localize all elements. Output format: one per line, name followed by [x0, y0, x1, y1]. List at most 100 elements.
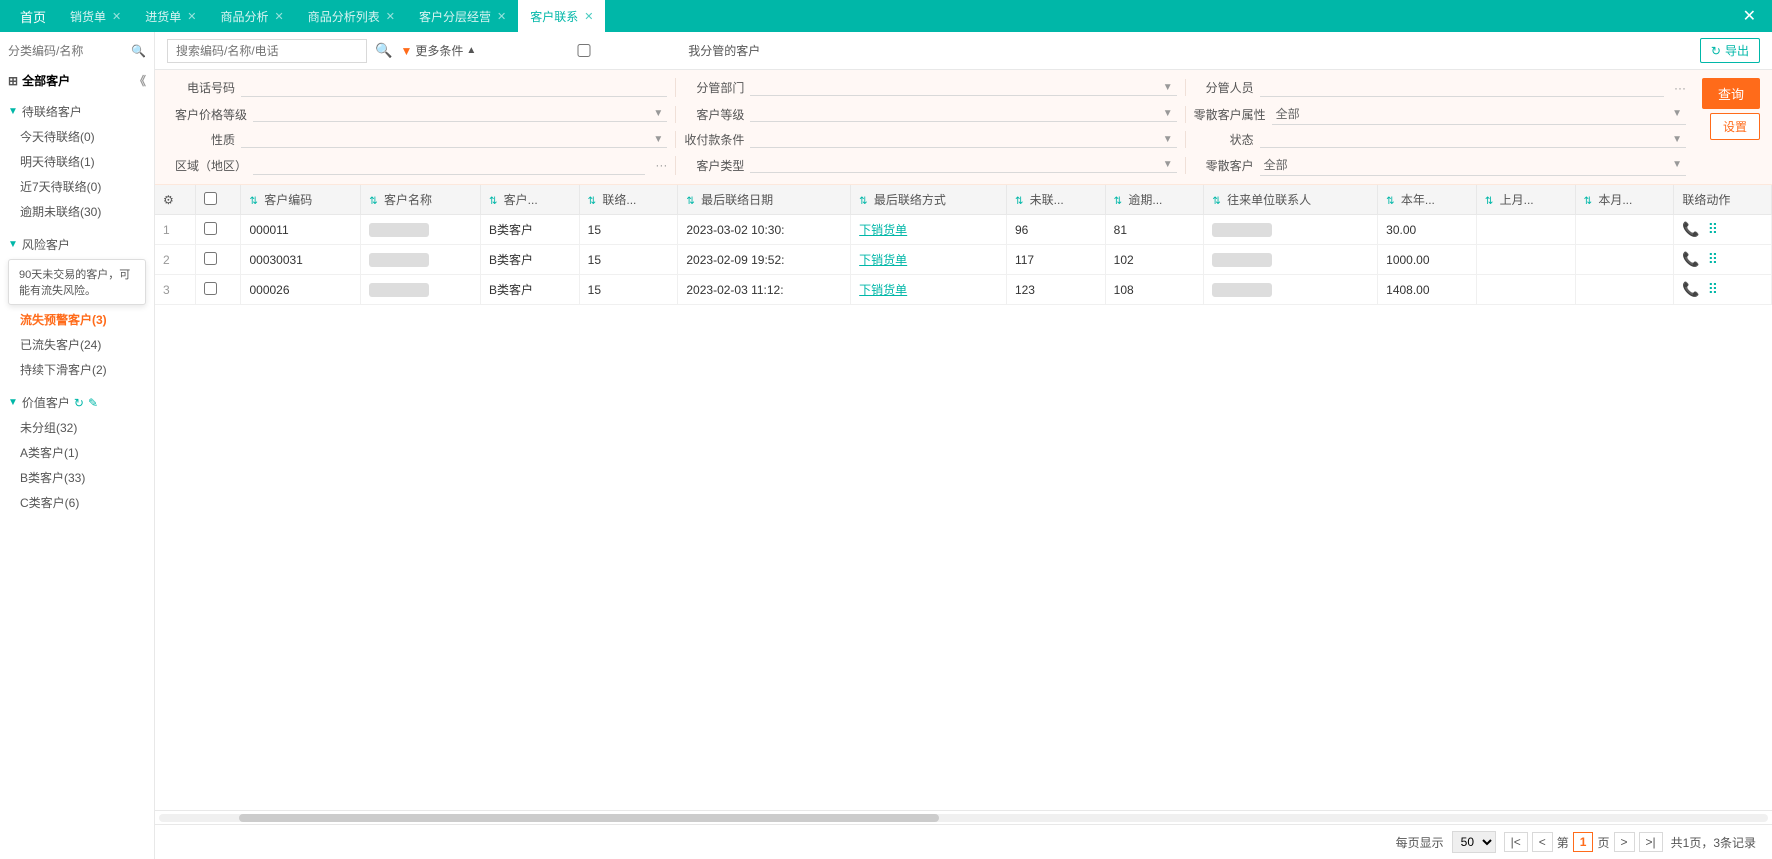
- scrollbar-track[interactable]: [159, 814, 1768, 822]
- window-close-button[interactable]: ✕: [1735, 6, 1764, 26]
- filter-nature-select[interactable]: ▼: [241, 132, 667, 148]
- th-customer-type[interactable]: ⇅ 客户...: [480, 185, 579, 215]
- row2-unit-contact: [1204, 245, 1378, 275]
- th-this-month[interactable]: ⇅ 本月...: [1575, 185, 1674, 215]
- th-overdue[interactable]: ⇅ 逾期...: [1105, 185, 1204, 215]
- refresh-icon: ↻: [1711, 44, 1721, 58]
- table-settings-icon[interactable]: ⚙: [163, 193, 174, 207]
- row3-more-icon[interactable]: ⠿: [1708, 281, 1718, 298]
- my-customers-check[interactable]: [484, 44, 684, 57]
- tab-product-list[interactable]: 商品分析列表 ✕: [296, 0, 407, 32]
- sidebar-item-7day-contact[interactable]: 近7天待联络(0): [0, 174, 154, 199]
- th-last-month[interactable]: ⇅ 上月...: [1476, 185, 1575, 215]
- th-unlisted[interactable]: ⇅ 未联...: [1006, 185, 1105, 215]
- sidebar-item-today-contact[interactable]: 今天待联络(0): [0, 124, 154, 149]
- more-conditions-button[interactable]: ▼ 更多条件 ▲: [400, 42, 476, 59]
- filter-scatter-attr-select[interactable]: 全部 ▼: [1272, 103, 1686, 125]
- value-section-title[interactable]: ▼ 价值客户 ↻ ✎: [0, 390, 154, 415]
- sidebar-item-churned[interactable]: 已流失客户(24): [0, 332, 154, 357]
- grid-icon: ⊞: [8, 74, 18, 88]
- horizontal-scrollbar[interactable]: [155, 810, 1772, 824]
- filter-price-grade-select[interactable]: ▼: [253, 106, 667, 122]
- row2-more-icon[interactable]: ⠿: [1708, 251, 1718, 268]
- sidebar-item-b-class[interactable]: B类客户(33): [0, 465, 154, 490]
- first-page-button[interactable]: |<: [1504, 832, 1528, 852]
- person-dots-icon[interactable]: ···: [1674, 81, 1686, 95]
- th-unit-contact[interactable]: ⇅ 往来单位联系人: [1204, 185, 1378, 215]
- sidebar-search-icon[interactable]: 🔍: [131, 44, 146, 58]
- row1-checkbox[interactable]: [196, 215, 241, 245]
- th-last-contact-method[interactable]: ⇅ 最后联络方式: [851, 185, 1007, 215]
- sidebar-item-overdue-contact[interactable]: 逾期未联络(30): [0, 199, 154, 224]
- row1-contact-icon[interactable]: 📞: [1682, 221, 1699, 238]
- close-customer-contact-icon[interactable]: ✕: [584, 10, 593, 23]
- th-customer-code[interactable]: ⇅ 客户编码: [241, 185, 361, 215]
- th-settings[interactable]: ⚙: [155, 185, 196, 215]
- filter-customer-type-select[interactable]: ▼: [750, 157, 1176, 173]
- close-purchase-order-icon[interactable]: ✕: [187, 10, 196, 23]
- filter-phone-input[interactable]: [241, 78, 667, 97]
- tab-sales-order[interactable]: 销货单 ✕: [58, 0, 133, 32]
- filter-region-input[interactable]: [253, 156, 645, 175]
- export-button[interactable]: ↻ 导出: [1700, 38, 1760, 63]
- sidebar-item-ungroup[interactable]: 未分组(32): [0, 415, 154, 440]
- prev-page-button[interactable]: <: [1532, 832, 1553, 852]
- sidebar-all-customers[interactable]: ⊞ 全部客户 《: [0, 66, 154, 95]
- edit-value-icon[interactable]: ✎: [88, 396, 98, 410]
- row2-checkbox[interactable]: [196, 245, 241, 275]
- filter-customer-grade: 客户等级 ▼: [676, 106, 1185, 123]
- home-tab[interactable]: 首页: [8, 0, 58, 32]
- row3-last-method[interactable]: 下销货单: [851, 275, 1007, 305]
- next-page-button[interactable]: >: [1614, 832, 1635, 852]
- sidebar-search-input[interactable]: [8, 44, 127, 58]
- row3-checkbox[interactable]: [196, 275, 241, 305]
- close-product-list-icon[interactable]: ✕: [386, 10, 395, 23]
- tab-customer-contact[interactable]: 客户联系 ✕: [518, 0, 605, 32]
- filter-person-input[interactable]: [1260, 78, 1664, 97]
- filter-payment-select[interactable]: ▼: [750, 132, 1176, 148]
- th-checkbox[interactable]: [196, 185, 241, 215]
- row1-more-icon[interactable]: ⠿: [1708, 221, 1718, 238]
- last-page-button[interactable]: >|: [1639, 832, 1663, 852]
- my-customers-checkbox[interactable]: 我分管的客户: [484, 42, 760, 59]
- toolbar-search-icon[interactable]: 🔍: [375, 42, 392, 59]
- row2-select[interactable]: [204, 252, 217, 265]
- tab-product-analysis[interactable]: 商品分析 ✕: [208, 0, 295, 32]
- settings-button[interactable]: 设置: [1710, 113, 1760, 140]
- sidebar-item-declining[interactable]: 持续下滑客户(2): [0, 357, 154, 382]
- row1-last-method[interactable]: 下销货单: [851, 215, 1007, 245]
- risk-section-title[interactable]: ▼ 风险客户: [0, 232, 154, 257]
- region-dots-icon[interactable]: ···: [655, 158, 667, 172]
- row3-select[interactable]: [204, 282, 217, 295]
- close-product-analysis-icon[interactable]: ✕: [275, 10, 284, 23]
- row2-last-method[interactable]: 下销货单: [851, 245, 1007, 275]
- th-customer-name[interactable]: ⇅ 客户名称: [361, 185, 481, 215]
- search-input[interactable]: [167, 39, 367, 63]
- row3-contact-icon[interactable]: 📞: [1682, 281, 1699, 298]
- tab-customer-layering[interactable]: 客户分层经营 ✕: [407, 0, 518, 32]
- select-all-checkbox[interactable]: [204, 192, 217, 205]
- filter-scatter-select[interactable]: 全部 ▼: [1260, 154, 1686, 176]
- sidebar-item-tomorrow-contact[interactable]: 明天待联络(1): [0, 149, 154, 174]
- per-page-select[interactable]: 50: [1452, 831, 1496, 853]
- sidebar-item-c-class[interactable]: C类客户(6): [0, 490, 154, 515]
- row3-name: [361, 275, 481, 305]
- filter-status-select[interactable]: ▼: [1260, 132, 1686, 148]
- row1-num: 1: [155, 215, 196, 245]
- th-this-year[interactable]: ⇅ 本年...: [1378, 185, 1477, 215]
- th-contact[interactable]: ⇅ 联络...: [579, 185, 678, 215]
- tab-purchase-order[interactable]: 进货单 ✕: [133, 0, 208, 32]
- sidebar-item-a-class[interactable]: A类客户(1): [0, 440, 154, 465]
- scrollbar-thumb[interactable]: [239, 814, 939, 822]
- row2-contact-icon[interactable]: 📞: [1682, 251, 1699, 268]
- filter-customer-grade-select[interactable]: ▼: [750, 106, 1176, 122]
- filter-dept-select[interactable]: ▼: [750, 80, 1176, 96]
- th-last-contact-date[interactable]: ⇅ 最后联络日期: [678, 185, 851, 215]
- refresh-value-icon[interactable]: ↻: [74, 396, 84, 410]
- query-button[interactable]: 查询: [1702, 78, 1760, 109]
- pending-section-title[interactable]: ▼ 待联络客户: [0, 99, 154, 124]
- row1-select[interactable]: [204, 222, 217, 235]
- sidebar-item-churn-warning[interactable]: 流失预警客户(3): [0, 307, 154, 332]
- close-sales-order-icon[interactable]: ✕: [112, 10, 121, 23]
- close-customer-layering-icon[interactable]: ✕: [497, 10, 506, 23]
